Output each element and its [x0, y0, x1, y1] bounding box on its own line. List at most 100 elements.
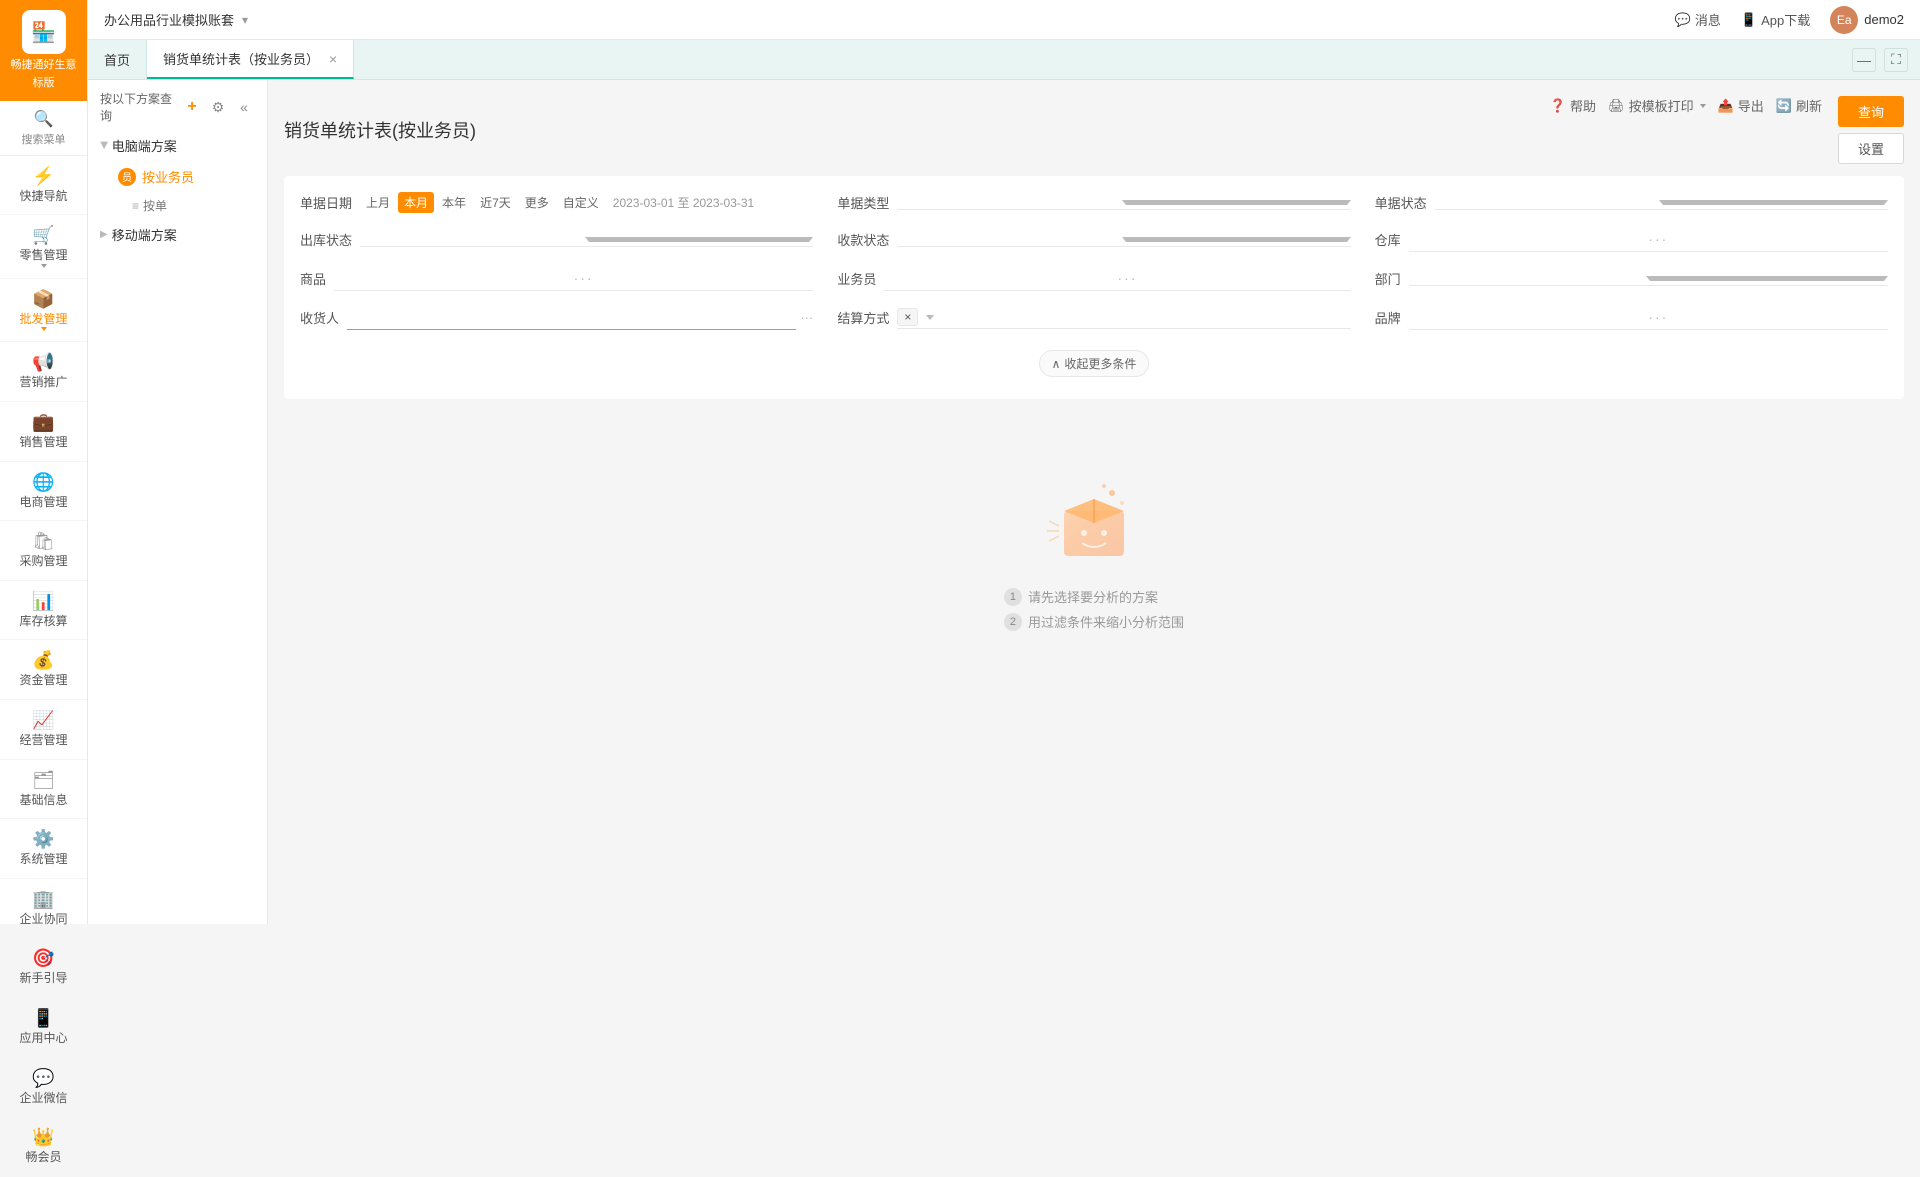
sidebar-item-ecommerce[interactable]: 🌐 电商管理 [0, 462, 87, 522]
tab-bar-actions: — ⛶ [1852, 48, 1920, 72]
page-content: 按以下方案查询 + ⚙ « ▶ 电脑端方案 员 按业务员 ≡ [88, 80, 1920, 924]
sidebar-item-system[interactable]: ⚙️ 系统管理 [0, 819, 87, 879]
help-btn[interactable]: ❓ 帮助 [1550, 96, 1596, 115]
date-label: 单据日期 [300, 193, 352, 212]
receipt-status-control [897, 233, 1350, 247]
date-tab-last7[interactable]: 近7天 [474, 192, 517, 213]
doc-status-label: 单据状态 [1375, 193, 1427, 212]
top-header-dropdown-icon[interactable]: ▾ [242, 13, 248, 27]
sidebar-item-inventory[interactable]: 📊 库存核算 [0, 581, 87, 641]
message-btn[interactable]: 💬 消息 [1675, 10, 1721, 29]
collapse-panel-btn[interactable]: « [233, 96, 255, 118]
out-status-dropdown[interactable] [360, 233, 813, 247]
doc-type-control [897, 196, 1350, 210]
pc-scheme-group-header[interactable]: ▶ 电脑端方案 [88, 130, 267, 161]
user-name: demo2 [1864, 12, 1904, 27]
sidebar-item-quick-nav[interactable]: ⚡ 快捷导航 [0, 156, 87, 216]
query-button[interactable]: 查询 [1838, 96, 1904, 127]
staff-dropdown[interactable]: ··· [884, 266, 1350, 291]
logo-text: 畅捷通好生意 [11, 58, 77, 72]
inventory-label: 库存核算 [19, 614, 67, 630]
left-panel-header: 按以下方案查询 + ⚙ « [88, 80, 267, 130]
staff-label: 业务员 [837, 269, 876, 288]
sidebar-item-corp-wechat[interactable]: 💬 企业微信 [0, 1058, 87, 1118]
page-title-row: 销货单统计表(按业务员) ❓ 帮助 🖨 按模板打印 📤 [284, 96, 1904, 164]
date-tab-this-month[interactable]: 本月 [398, 192, 434, 213]
page-title-actions: ❓ 帮助 🖨 按模板打印 📤 导出 🔄 [1550, 96, 1904, 164]
filter-row-4: 收货人 ··· 结算方式 × [300, 305, 1888, 330]
receipt-status-chevron [1122, 237, 1351, 242]
tab-home[interactable]: 首页 [88, 40, 147, 79]
scheme-by-staff-icon: 员 [118, 168, 136, 186]
doc-type-dropdown[interactable] [897, 196, 1350, 210]
settings-button[interactable]: 设置 [1838, 133, 1904, 164]
sidebar-item-marketing[interactable]: 📢 营销推广 [0, 342, 87, 402]
sidebar-item-basic[interactable]: 🗂 基础信息 [0, 760, 87, 820]
refresh-icon: 🔄 [1776, 98, 1792, 114]
doc-status-dropdown[interactable] [1435, 196, 1888, 210]
tab-maximize-btn[interactable]: ⛶ [1884, 48, 1908, 72]
operation-icon: 📈 [32, 710, 54, 731]
app-download-btn[interactable]: 📱 App下载 [1741, 10, 1810, 29]
date-tab-more[interactable]: 更多 [519, 192, 555, 213]
tab-bar: 首页 销货单统计表（按业务员） × — ⛶ [88, 40, 1920, 80]
product-dropdown[interactable]: ··· [334, 266, 813, 291]
date-tab-custom[interactable]: 自定义 [557, 192, 605, 213]
tab-minimize-btn[interactable]: — [1852, 48, 1876, 72]
tab-sales-stat[interactable]: 销货单统计表（按业务员） × [147, 40, 354, 79]
print-btn[interactable]: 🖨 按模板打印 [1608, 96, 1706, 115]
settlement-tag-close[interactable]: × [904, 310, 911, 324]
enterprise-icon: 🏢 [32, 889, 54, 910]
search-menu[interactable]: 🔍 搜索菜单 [0, 101, 87, 156]
date-range: 2023-03-01 至 2023-03-31 [613, 194, 754, 211]
date-tab-this-year[interactable]: 本年 [436, 192, 472, 213]
product-control: ··· [334, 266, 813, 291]
sales-icon: 💼 [32, 412, 54, 433]
export-label: 导出 [1738, 96, 1764, 115]
filter-staff: 业务员 ··· [837, 266, 1350, 291]
brand-dropdown[interactable]: ··· [1409, 305, 1888, 330]
scheme-by-order[interactable]: ≡ 按单 [88, 192, 267, 219]
department-control [1409, 272, 1888, 286]
date-tab-last-month[interactable]: 上月 [360, 192, 396, 213]
warehouse-dropdown[interactable]: ··· [1409, 227, 1888, 252]
receipt-status-dropdown[interactable] [897, 233, 1350, 247]
sidebar-item-purchase[interactable]: 🛍 采购管理 [0, 521, 87, 581]
sidebar-item-finance[interactable]: 💰 资金管理 [0, 640, 87, 700]
inventory-icon: 📊 [32, 591, 54, 612]
sidebar-item-retail[interactable]: 🛒 零售管理 [0, 215, 87, 279]
consignee-control [347, 306, 796, 330]
retail-chevron [41, 264, 47, 268]
collapse-btn[interactable]: ∧ 收起更多条件 [1039, 350, 1150, 377]
filter-warehouse: 仓库 ··· [1375, 227, 1888, 252]
sidebar-item-wholesale[interactable]: 📦 批发管理 [0, 279, 87, 343]
app-logo[interactable]: 🏪 畅捷通好生意 标版 [0, 0, 87, 101]
ecommerce-label: 电商管理 [19, 495, 67, 511]
tab-close-btn[interactable]: × [329, 51, 337, 67]
scheme-by-order-label: 按单 [143, 197, 167, 214]
sidebar-item-member[interactable]: 👑 畅会员 [0, 1117, 87, 1177]
sidebar-item-operation[interactable]: 📈 经营管理 [0, 700, 87, 760]
add-scheme-btn[interactable]: + [181, 96, 203, 118]
wholesale-icon: 📦 [32, 289, 54, 310]
refresh-btn[interactable]: 🔄 刷新 [1776, 96, 1822, 115]
filter-receipt-status: 收款状态 [837, 230, 1350, 249]
sidebar-item-enterprise[interactable]: 🏢 企业协同 [0, 879, 87, 939]
app-center-icon: 📱 [32, 1008, 54, 1029]
scheme-by-staff[interactable]: 员 按业务员 [88, 161, 267, 192]
settlement-dropdown[interactable]: × [897, 306, 1350, 329]
marketing-icon: 📢 [32, 352, 54, 373]
consignee-label: 收货人 [300, 308, 339, 327]
user-profile[interactable]: Ea demo2 [1830, 6, 1904, 34]
sidebar-item-sales[interactable]: 💼 销售管理 [0, 402, 87, 462]
settings-scheme-btn[interactable]: ⚙ [207, 96, 229, 118]
date-filter: 上月 本月 本年 近7天 更多 自定义 2023-03-01 至 2023-03… [360, 192, 813, 213]
export-btn[interactable]: 📤 导出 [1718, 96, 1764, 115]
mobile-scheme-group-header[interactable]: ▶ 移动端方案 [88, 219, 267, 250]
consignee-input[interactable] [347, 306, 796, 330]
sidebar-item-app-center[interactable]: 📱 应用中心 [0, 998, 87, 1058]
quick-nav-icon: ⚡ [32, 166, 54, 187]
sidebar-item-newbie[interactable]: 🎯 新手引导 [0, 938, 87, 998]
filter-consignee: 收货人 ··· [300, 306, 813, 330]
department-dropdown[interactable] [1409, 272, 1888, 286]
